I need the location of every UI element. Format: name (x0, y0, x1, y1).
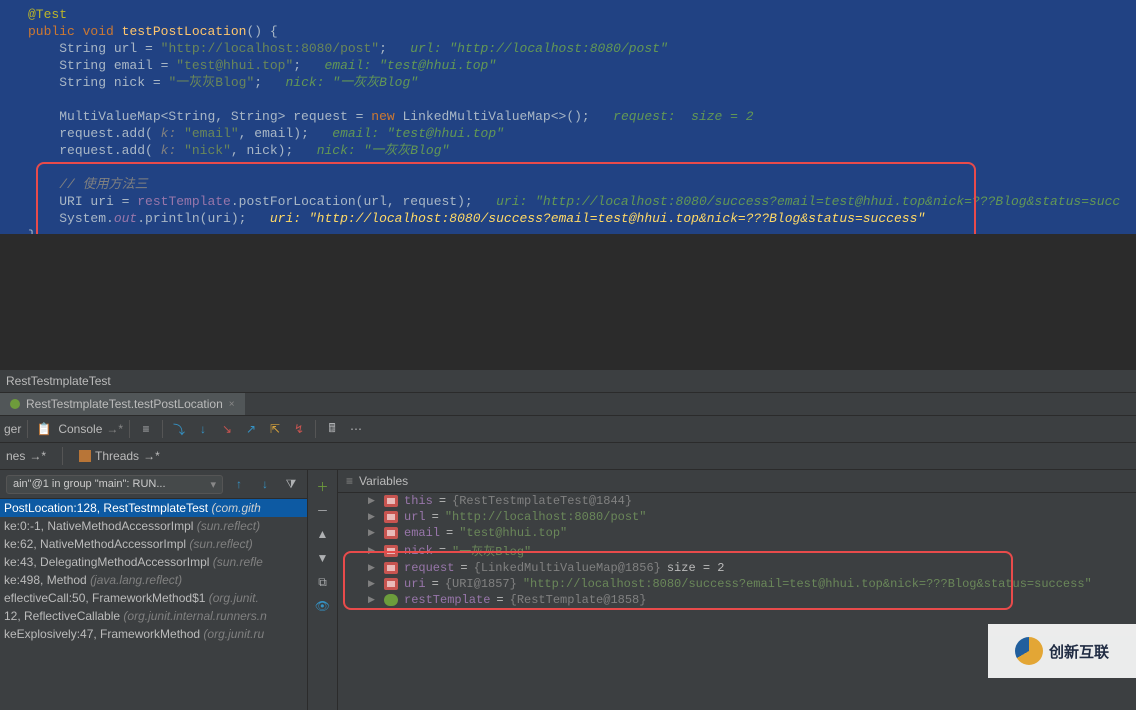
variables-icon: ≡ (346, 474, 353, 488)
threads-tab[interactable]: Threads →* (73, 447, 166, 465)
up-icon[interactable]: ▲ (313, 524, 333, 544)
close-icon[interactable]: × (229, 399, 235, 410)
variable-row[interactable]: ▶email = "test@hhui.top" (338, 525, 1136, 541)
stack-frame[interactable]: ke:498, Method (java.lang.reflect) (0, 571, 307, 589)
stack-frame[interactable]: 12, ReflectiveCallable (org.junit.intern… (0, 607, 307, 625)
annotation: @Test (28, 7, 67, 22)
console-tab[interactable]: 📋 (34, 419, 54, 439)
variable-row[interactable]: ▶this = {RestTestmplateTest@1844} (338, 493, 1136, 509)
frames-pane: ain"@1 in group "main": RUN...▾ ↑ ↓ ⧩ Po… (0, 470, 308, 710)
stack-frame[interactable]: ke:0:-1, NativeMethodAccessorImpl (sun.r… (0, 517, 307, 535)
frame-list[interactable]: PostLocation:128, RestTestmplateTest (co… (0, 499, 307, 643)
step-over-icon[interactable]: ⤵ (169, 419, 189, 439)
step-out-icon[interactable]: ↗ (241, 419, 261, 439)
field-icon (384, 511, 398, 523)
tab-ger[interactable]: ger (4, 422, 21, 436)
stack-frame[interactable]: ke:43, DelegatingMethodAccessorImpl (sun… (0, 553, 307, 571)
debug-panel: RestTestmplateTest RestTestmplateTest.te… (0, 370, 1136, 678)
evaluate-icon[interactable]: 🖩 (322, 419, 342, 439)
inline-hint: email: "test@hhui.top" (325, 58, 497, 73)
inline-hint: nick: "一灰灰Blog" (317, 143, 450, 158)
remove-watch-icon[interactable]: － (313, 500, 333, 520)
frames-tab[interactable]: nes →* (0, 447, 52, 465)
threads-icon (79, 450, 91, 462)
drop-frame-icon[interactable]: ⇱ (265, 419, 285, 439)
inline-hint: nick: "一灰灰Blog" (285, 75, 418, 90)
inline-hint: url: "http://localhost:8080/post" (410, 41, 667, 56)
prev-frame-icon[interactable]: ↑ (229, 474, 249, 494)
debug-tab[interactable]: RestTestmplateTest.testPostLocation × (0, 393, 245, 415)
highlight-box (343, 551, 1013, 610)
more-icon[interactable]: ⋯ (346, 419, 366, 439)
variable-row[interactable]: ▶url = "http://localhost:8080/post" (338, 509, 1136, 525)
copy-icon[interactable]: ⧉ (313, 572, 333, 592)
field-icon (384, 495, 398, 507)
thread-selector[interactable]: ain"@1 in group "main": RUN...▾ (6, 475, 223, 494)
vars-gutter: ＋ － ▲ ▼ ⧉ 👁 (308, 470, 338, 710)
stack-frame[interactable]: ke:62, NativeMethodAccessorImpl (sun.ref… (0, 535, 307, 553)
next-frame-icon[interactable]: ↓ (255, 474, 275, 494)
toolbar-btn[interactable]: ≡ (136, 419, 156, 439)
watches-icon[interactable]: 👁 (313, 596, 333, 616)
force-step-icon[interactable]: ↘ (217, 419, 237, 439)
breadcrumb[interactable]: RestTestmplateTest (0, 370, 1136, 393)
watermark-icon (1015, 637, 1043, 665)
debug-tab-bar: RestTestmplateTest.testPostLocation × (0, 393, 1136, 416)
stack-frame[interactable]: PostLocation:128, RestTestmplateTest (co… (0, 499, 307, 517)
stack-frame[interactable]: keExplosively:47, FrameworkMethod (org.j… (0, 625, 307, 643)
keyword: public void (28, 24, 114, 39)
down-icon[interactable]: ▼ (313, 548, 333, 568)
debug-toolbar: ger 📋 Console →* ≡ ⤵ ↓ ↘ ↗ ⇱ ↯ 🖩 ⋯ (0, 416, 1136, 443)
code-editor[interactable]: @Test public void testPostLocation() { S… (0, 0, 1136, 364)
add-watch-icon[interactable]: ＋ (313, 476, 333, 496)
field-icon (384, 527, 398, 539)
run-to-cursor-icon[interactable]: ↯ (289, 419, 309, 439)
chevron-down-icon: ▾ (210, 478, 216, 491)
watermark: 创新互联 (988, 624, 1136, 678)
stack-frame[interactable]: eflectiveCall:50, FrameworkMethod$1 (org… (0, 589, 307, 607)
run-icon (10, 399, 20, 409)
debug-tab-label: RestTestmplateTest.testPostLocation (26, 397, 223, 411)
inline-hint: request: size = 2 (613, 109, 753, 124)
step-into-icon[interactable]: ↓ (193, 419, 213, 439)
editor-empty-area (0, 234, 1136, 364)
variables-label: Variables (359, 474, 408, 488)
filter-icon[interactable]: ⧩ (281, 474, 301, 494)
inline-hint: email: "test@hhui.top" (332, 126, 504, 141)
console-label[interactable]: Console (58, 422, 102, 436)
method-name: testPostLocation (122, 24, 247, 39)
